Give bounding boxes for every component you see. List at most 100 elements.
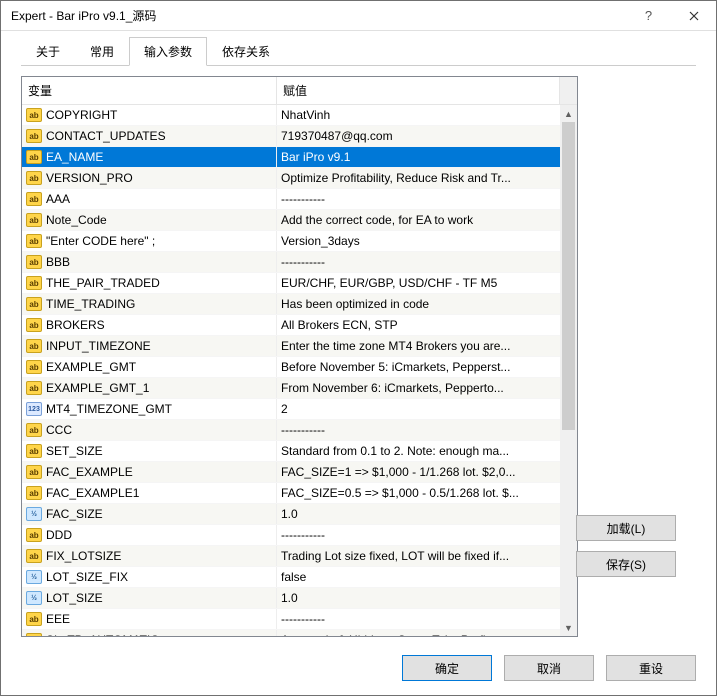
cell-variable: abINPUT_TIMEZONE	[22, 336, 277, 356]
variable-name: SET_SIZE	[46, 444, 103, 458]
tab-inputs[interactable]: 输入参数	[129, 37, 207, 66]
table-row[interactable]: abCCC-----------	[22, 420, 560, 441]
table-row[interactable]: ½LOT_SIZE1.0	[22, 588, 560, 609]
help-button[interactable]: ?	[626, 1, 671, 30]
table-row[interactable]: abEA_NAMEBar iPro v9.1	[22, 147, 560, 168]
cell-value[interactable]: Automatic & Hidden - Setup Take Profit a…	[277, 630, 560, 636]
table-row[interactable]: ½LOT_SIZE_FIXfalse	[22, 567, 560, 588]
scroll-track[interactable]	[560, 122, 577, 619]
table-row[interactable]: abFAC_EXAMPLE1FAC_SIZE=0.5 => $1,000 - 0…	[22, 483, 560, 504]
cell-variable: ab AAA	[22, 189, 277, 209]
cell-value[interactable]: Optimize Profitability, Reduce Risk and …	[277, 168, 560, 188]
table-row[interactable]: abEXAMPLE_GMT_1From November 6: iCmarket…	[22, 378, 560, 399]
cell-variable: abBROKERS	[22, 315, 277, 335]
table-row[interactable]: abFIX_LOTSIZETrading Lot size fixed, LOT…	[22, 546, 560, 567]
tab-bar: 关于常用输入参数依存关系	[1, 31, 716, 66]
reset-button[interactable]: 重设	[606, 655, 696, 681]
scroll-down-arrow-icon[interactable]: ▼	[560, 619, 577, 636]
string-type-icon: ab	[26, 192, 42, 206]
cell-value[interactable]: 1.0	[277, 588, 560, 608]
cell-variable: abEXAMPLE_GMT_1	[22, 378, 277, 398]
variable-name: AAA	[46, 192, 70, 206]
table-row[interactable]: abBROKERSAll Brokers ECN, STP	[22, 315, 560, 336]
table-row[interactable]: abINPUT_TIMEZONEEnter the time zone MT4 …	[22, 336, 560, 357]
string-type-icon: ab	[26, 528, 42, 542]
table-row[interactable]: abVERSION_PROOptimize Profitability, Red…	[22, 168, 560, 189]
table-row[interactable]: ½ FAC_SIZE 1.0	[22, 504, 560, 525]
close-button[interactable]	[671, 1, 716, 30]
table-row[interactable]: abTIME_TRADINGHas been optimized in code	[22, 294, 560, 315]
cell-value[interactable]: -----------	[277, 525, 560, 545]
string-type-icon: ab	[26, 276, 42, 290]
variable-name: Note_Code	[46, 213, 107, 227]
cell-value[interactable]: -----------	[277, 189, 560, 209]
table-row[interactable]: abSL_TP_AUTOMATICAutomatic & Hidden - Se…	[22, 630, 560, 636]
cell-value[interactable]: Has been optimized in code	[277, 294, 560, 314]
cell-value[interactable]: false	[277, 567, 560, 587]
cell-variable: abCCC	[22, 420, 277, 440]
table-row[interactable]: abNote_CodeAdd the correct code, for EA …	[22, 210, 560, 231]
variable-name: FAC_EXAMPLE	[46, 465, 133, 479]
cell-value[interactable]: -----------	[277, 420, 560, 440]
table-row[interactable]: abTHE_PAIR_TRADEDEUR/CHF, EUR/GBP, USD/C…	[22, 273, 560, 294]
table-row[interactable]: abCONTACT_UPDATES719370487@qq.com	[22, 126, 560, 147]
save-button[interactable]: 保存(S)	[576, 551, 676, 577]
cell-value[interactable]: 2	[277, 399, 560, 419]
cell-value[interactable]: FAC_SIZE=0.5 => $1,000 - 0.5/1.268 lot. …	[277, 483, 560, 503]
cell-value[interactable]: FAC_SIZE=1 => $1,000 - 1/1.268 lot. $2,0…	[277, 462, 560, 482]
string-type-icon: ab	[26, 234, 42, 248]
tab-common[interactable]: 常用	[75, 37, 129, 66]
scroll-up-arrow-icon[interactable]: ▲	[560, 105, 577, 122]
cell-variable: abCONTACT_UPDATES	[22, 126, 277, 146]
table-row[interactable]: abSET_SIZEStandard from 0.1 to 2. Note: …	[22, 441, 560, 462]
cell-value[interactable]: -----------	[277, 252, 560, 272]
close-icon	[689, 11, 699, 21]
column-header-variable[interactable]: 变量	[22, 77, 277, 104]
cell-value[interactable]: NhatVinh	[277, 105, 560, 125]
variable-name: CCC	[46, 423, 72, 437]
cell-value[interactable]: Trading Lot size fixed, LOT will be fixe…	[277, 546, 560, 566]
cell-value[interactable]: From November 6: iCmarkets, Pepperto...	[277, 378, 560, 398]
cell-variable: ½LOT_SIZE_FIX	[22, 567, 277, 587]
tab-about[interactable]: 关于	[21, 37, 75, 66]
vertical-scrollbar[interactable]: ▲ ▼	[560, 105, 577, 636]
string-type-icon: ab	[26, 465, 42, 479]
cell-value[interactable]: All Brokers ECN, STP	[277, 315, 560, 335]
variable-name: FAC_SIZE	[46, 507, 103, 521]
cell-value[interactable]: Bar iPro v9.1	[277, 147, 560, 167]
cell-value[interactable]: EUR/CHF, EUR/GBP, USD/CHF - TF M5	[277, 273, 560, 293]
table-row[interactable]: ab AAA -----------	[22, 189, 560, 210]
table-row[interactable]: abEEE-----------	[22, 609, 560, 630]
cell-variable: abSL_TP_AUTOMATIC	[22, 630, 277, 636]
table-row[interactable]: ab"Enter CODE here" ;Version_3days	[22, 231, 560, 252]
cancel-button[interactable]: 取消	[504, 655, 594, 681]
string-type-icon: ab	[26, 381, 42, 395]
cell-variable: abDDD	[22, 525, 277, 545]
cell-value[interactable]: 719370487@qq.com	[277, 126, 560, 146]
load-button[interactable]: 加载(L)	[576, 515, 676, 541]
cell-value[interactable]: Before November 5: iCmarkets, Pepperst..…	[277, 357, 560, 377]
cell-value[interactable]: Standard from 0.1 to 2. Note: enough ma.…	[277, 441, 560, 461]
string-type-icon: ab	[26, 486, 42, 500]
parameters-grid: 变量 赋值 abCOPYRIGHTNhatVinhabCONTACT_UPDAT…	[21, 76, 578, 637]
float-type-icon: ½	[26, 507, 42, 521]
tab-deps[interactable]: 依存关系	[207, 37, 285, 66]
cell-variable: abTHE_PAIR_TRADED	[22, 273, 277, 293]
variable-name: SL_TP_AUTOMATIC	[46, 633, 159, 636]
variable-name: EXAMPLE_GMT	[46, 360, 136, 374]
table-row[interactable]: abEXAMPLE_GMTBefore November 5: iCmarket…	[22, 357, 560, 378]
cell-value[interactable]: Enter the time zone MT4 Brokers you are.…	[277, 336, 560, 356]
cell-value[interactable]: -----------	[277, 609, 560, 629]
scroll-thumb[interactable]	[562, 122, 575, 430]
table-row[interactable]: 123MT4_TIMEZONE_GMT2	[22, 399, 560, 420]
cell-value[interactable]: Version_3days	[277, 231, 560, 251]
table-row[interactable]: abDDD-----------	[22, 525, 560, 546]
table-row[interactable]: abCOPYRIGHTNhatVinh	[22, 105, 560, 126]
table-row[interactable]: abBBB-----------	[22, 252, 560, 273]
column-header-value[interactable]: 赋值	[277, 77, 560, 104]
ok-button[interactable]: 确定	[402, 655, 492, 681]
cell-value[interactable]: Add the correct code, for EA to work	[277, 210, 560, 230]
table-row[interactable]: ab FAC_EXAMPLE FAC_SIZE=1 => $1,000 - 1/1.…	[22, 462, 560, 483]
cell-value[interactable]: 1.0	[277, 504, 560, 524]
dialog-window: Expert - Bar iPro v9.1_源码 ? 关于常用输入参数依存关系…	[0, 0, 717, 696]
